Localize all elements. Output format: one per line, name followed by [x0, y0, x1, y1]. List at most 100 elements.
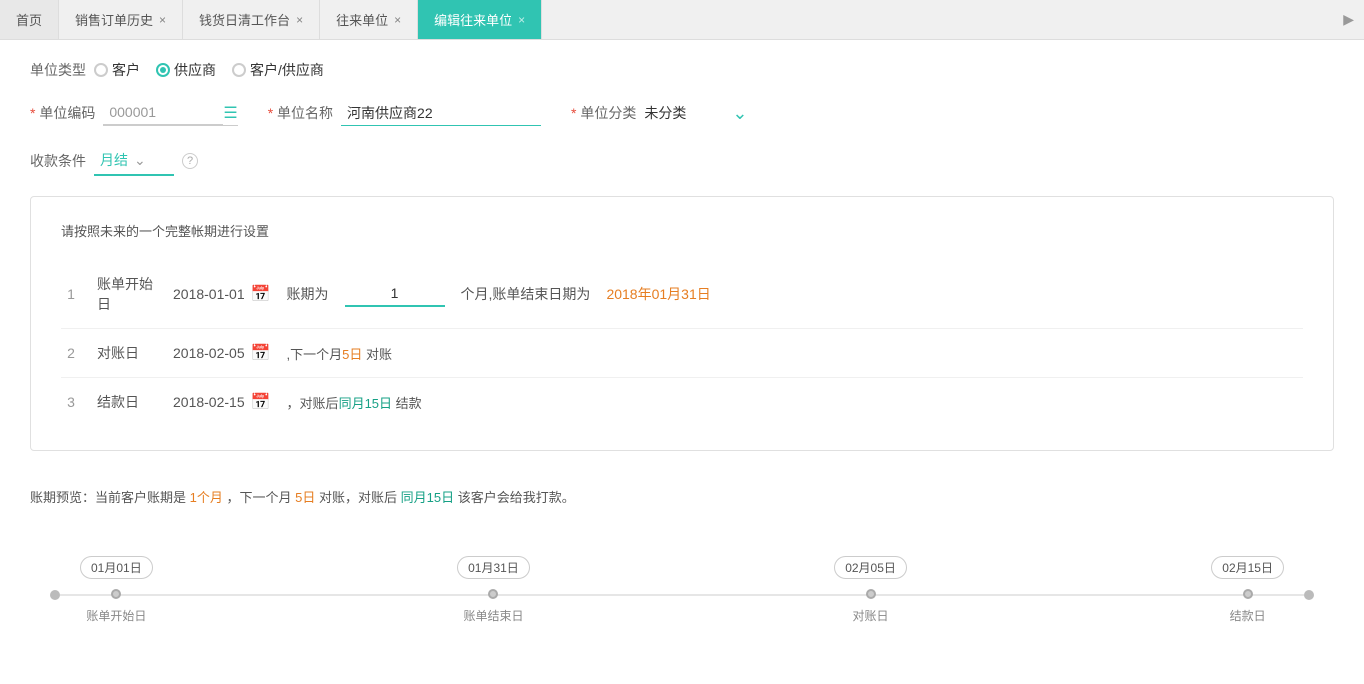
timeline-date-3: 02月05日	[834, 556, 907, 579]
period-end-date: 2018年01月31日	[606, 284, 710, 304]
settings-box-title: 请按照未来的一个完整帐期进行设置	[61, 221, 1303, 240]
row-num-1: 1	[61, 286, 81, 302]
setting-row-1: 1 账单开始日 2018-01-01 📅 账期为 个月,账单结束日期为 2018…	[61, 260, 1303, 329]
tab-bar: 首页 销售订单历史 × 钱货日清工作台 × 往来单位 × 编辑往来单位 × ▶	[0, 0, 1364, 40]
payment-condition-label: 收款条件	[30, 151, 86, 171]
main-content: 单位类型 客户 供应商 客户/供应商 单位编码	[0, 40, 1364, 684]
date-group-1: 2018-01-01 📅	[173, 284, 271, 304]
tab-partner-units[interactable]: 往来单位 ×	[320, 0, 418, 39]
date-group-3: 2018-02-15 📅	[173, 392, 271, 412]
preview-part2: 5日	[295, 490, 315, 505]
payment-condition-value: 月结	[100, 150, 128, 170]
timeline-point-4: 02月15日 结款日	[1211, 556, 1284, 624]
preview-label: 账期预览：当前客户账期是	[30, 490, 186, 505]
tab-arrow[interactable]: ▶	[1333, 0, 1364, 39]
unit-type-group: 单位类型 客户 供应商 客户/供应商	[30, 60, 324, 80]
cal-btn-1[interactable]: 📅	[251, 284, 271, 304]
unit-category-arrow: ⌄	[732, 103, 747, 124]
row-type-3: 结款日	[97, 392, 157, 412]
timeline-label-2: 账单结束日	[463, 607, 523, 624]
radio-customer[interactable]: 客户	[94, 60, 140, 80]
unit-type-row: 单位类型 客户 供应商 客户/供应商	[30, 60, 1334, 80]
unit-category-select[interactable]: 未分类 ⌄	[644, 103, 747, 124]
timeline-point-2: 01月31日 账单结束日	[457, 556, 530, 624]
preview-suffix: 该客户会给我打款。	[458, 490, 575, 505]
radio-group: 客户 供应商 客户/供应商	[94, 60, 324, 80]
radio-circle-customer	[94, 63, 108, 77]
timeline-circle-1	[111, 589, 121, 599]
desc-prefix-3: ，对账后	[287, 396, 339, 411]
timeline-label-4: 结款日	[1230, 607, 1266, 624]
radio-circle-supplier	[156, 63, 170, 77]
timeline-point-1: 01月01日 账单开始日	[80, 556, 153, 624]
preview-connector2: 对账，对账后	[319, 490, 397, 505]
unit-category-value: 未分类	[644, 103, 686, 123]
timeline-label-3: 对账日	[853, 607, 889, 624]
row-num-3: 3	[61, 394, 81, 410]
setting-row-2: 2 对账日 2018-02-05 📅 ,下一个月5日 对账	[61, 329, 1303, 378]
date-value-2: 2018-02-05	[173, 345, 245, 361]
setting-row-3: 3 结款日 2018-02-15 📅 ，对账后同月15日 结款	[61, 378, 1303, 426]
timeline-label-1: 账单开始日	[86, 607, 146, 624]
desc-prefix-2: ,下一个月	[287, 347, 343, 362]
radio-both[interactable]: 客户/供应商	[232, 60, 324, 80]
radio-supplier[interactable]: 供应商	[156, 60, 216, 80]
desc-highlight-3: 同月15日	[339, 396, 392, 411]
unit-code-icon[interactable]: ☰	[223, 103, 237, 123]
timeline-circle-2	[488, 589, 498, 599]
tab-cash-ledger[interactable]: 钱货日清工作台 ×	[183, 0, 320, 39]
period-label: 账期为	[287, 284, 329, 304]
tab-sales-order-history[interactable]: 销售订单历史 ×	[59, 0, 183, 39]
cal-btn-2[interactable]: 📅	[251, 343, 271, 363]
help-icon[interactable]: ?	[182, 153, 198, 169]
timeline-date-2: 01月31日	[457, 556, 530, 579]
timeline-date-4: 02月15日	[1211, 556, 1284, 579]
unit-code-input[interactable]	[103, 100, 223, 125]
period-input[interactable]	[345, 281, 445, 307]
period-unit: 个月,账单结束日期为	[461, 284, 591, 304]
desc-highlight-2: 5日	[342, 347, 362, 362]
payment-condition-row: 收款条件 月结 ⌄ ?	[30, 146, 1334, 176]
unit-category-group: 单位分类 未分类 ⌄	[571, 103, 747, 124]
tab-edit-partner[interactable]: 编辑往来单位 ×	[418, 0, 542, 39]
close-sales-order-history[interactable]: ×	[159, 13, 166, 27]
unit-code-input-wrapper: ☰	[103, 100, 237, 126]
timeline-points: 01月01日 账单开始日 01月31日 账单结束日 02月05日 对账日	[50, 556, 1314, 624]
timeline-date-1: 01月01日	[80, 556, 153, 579]
payment-condition-group: 收款条件 月结 ⌄ ?	[30, 146, 198, 176]
date-group-2: 2018-02-05 📅	[173, 343, 271, 363]
timeline-circle-3	[866, 589, 876, 599]
unit-category-label: 单位分类	[571, 103, 636, 123]
row-num-2: 2	[61, 345, 81, 361]
unit-type-label: 单位类型	[30, 60, 86, 80]
row-desc-2: ,下一个月5日 对账	[287, 344, 392, 363]
unit-code-group: 单位编码 ☰	[30, 100, 238, 126]
radio-circle-both	[232, 63, 246, 77]
desc-suffix-2: 对账	[362, 347, 392, 362]
close-edit-partner[interactable]: ×	[518, 13, 525, 27]
timeline-point-3: 02月05日 对账日	[834, 556, 907, 624]
preview-connector1: ，下一个月	[227, 490, 292, 505]
timeline-wrapper: 01月01日 账单开始日 01月31日 账单结束日 02月05日 对账日	[30, 526, 1334, 664]
close-partner-units[interactable]: ×	[394, 13, 401, 27]
timeline-circle-4	[1243, 589, 1253, 599]
tab-home[interactable]: 首页	[0, 0, 59, 39]
unit-code-label: 单位编码	[30, 103, 95, 123]
close-cash-ledger[interactable]: ×	[296, 13, 303, 27]
unit-name-input[interactable]	[341, 101, 541, 126]
date-value-3: 2018-02-15	[173, 394, 245, 410]
preview-text: 账期预览：当前客户账期是 1个月 ，下一个月 5日 对账，对账后 同月15日 该…	[30, 487, 1334, 506]
row-desc-3: ，对账后同月15日 结款	[287, 393, 422, 412]
cal-btn-3[interactable]: 📅	[251, 392, 271, 412]
preview-part1: 1个月	[190, 490, 223, 505]
preview-part3: 同月15日	[401, 490, 454, 505]
desc-suffix-3: 结款	[392, 396, 422, 411]
settings-box: 请按照未来的一个完整帐期进行设置 1 账单开始日 2018-01-01 📅 账期…	[30, 196, 1334, 451]
unit-info-row: 单位编码 ☰ 单位名称 单位分类 未分类 ⌄	[30, 100, 1334, 126]
date-value-1: 2018-01-01	[173, 286, 245, 302]
unit-name-group: 单位名称	[268, 101, 541, 126]
payment-condition-select[interactable]: 月结 ⌄	[94, 146, 174, 176]
unit-name-label: 单位名称	[268, 103, 333, 123]
row-type-1: 账单开始日	[97, 274, 157, 314]
condition-select-arrow: ⌄	[134, 152, 146, 169]
